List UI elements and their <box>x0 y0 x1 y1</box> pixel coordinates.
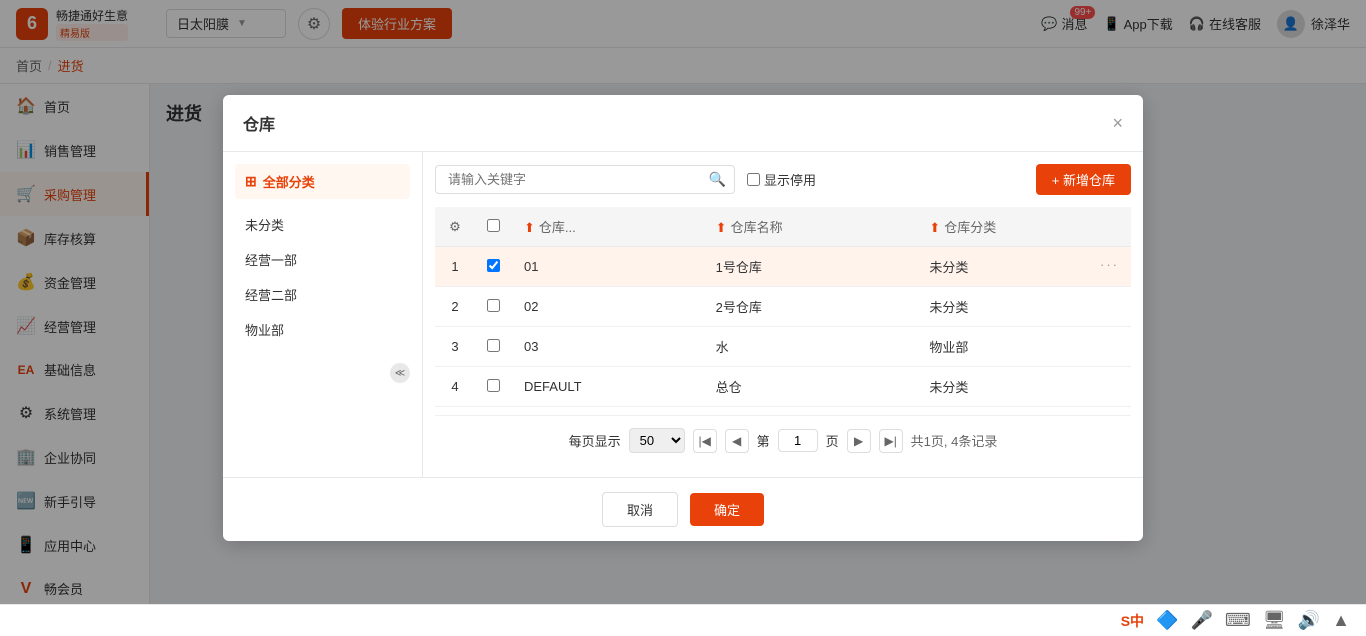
category-all[interactable]: ⊞ 全部分类 <box>235 164 410 199</box>
monitor-icon[interactable]: 🖥 <box>1263 610 1286 631</box>
th-settings: ⚙ <box>435 207 475 247</box>
table-row[interactable]: 4 DEFAULT 总仓 未分类 <box>435 367 1131 407</box>
table-body: 1 01 1号仓库 未分类··· 2 02 2号仓库 未分类 3 03 水 物业… <box>435 247 1131 407</box>
row-checkbox-cell <box>475 327 512 367</box>
row-category: 物业部 <box>917 327 1131 367</box>
row-more-dots[interactable]: ··· <box>1100 257 1119 272</box>
pagination: 每页显示 50 10 20 100 |◀ ◀ 第 页 ▶ ▶| 共1页, 4条记… <box>435 415 1131 465</box>
bottom-icon-1[interactable]: S中 <box>1121 611 1144 631</box>
bottom-icon-2[interactable]: 🔷 <box>1156 610 1178 631</box>
mic-icon[interactable]: 🎤 <box>1190 610 1212 631</box>
row-name: 1号仓库 <box>704 247 918 287</box>
search-input[interactable] <box>444 166 709 193</box>
th-category: ⬆仓库分类 <box>917 207 1131 247</box>
add-warehouse-button[interactable]: + 新增仓库 <box>1036 164 1131 195</box>
modal-close-button[interactable]: × <box>1112 113 1123 134</box>
modal-overlay: 仓库 × ⊞ 全部分类 未分类 经营一部 经营二部 物业部 ≪ <box>0 0 1366 636</box>
row-name: 总仓 <box>704 367 918 407</box>
table-row[interactable]: 3 03 水 物业部 <box>435 327 1131 367</box>
row-code: 01 <box>512 247 704 287</box>
th-code: ⬆仓库... <box>512 207 704 247</box>
table-wrapper: ⚙ ⬆仓库... ⬆仓库名称 <box>435 207 1131 407</box>
settings-icon: ⚙ <box>449 219 461 234</box>
row-code: 02 <box>512 287 704 327</box>
category-item-0[interactable]: 未分类 <box>235 207 410 242</box>
row-checkbox[interactable] <box>487 379 500 392</box>
th-checkbox <box>475 207 512 247</box>
warehouse-table: ⚙ ⬆仓库... ⬆仓库名称 <box>435 207 1131 407</box>
category-panel: ⊞ 全部分类 未分类 经营一部 经营二部 物业部 ≪ <box>223 152 423 477</box>
per-page-label: 每页显示 <box>569 431 621 450</box>
collapse-panel-button[interactable]: ≪ <box>390 363 410 383</box>
select-all-checkbox[interactable] <box>487 219 500 232</box>
row-category: 未分类 <box>917 287 1131 327</box>
row-checkbox[interactable] <box>487 299 500 312</box>
modal-title: 仓库 <box>243 111 275 135</box>
row-checkbox[interactable] <box>487 259 500 272</box>
cancel-button[interactable]: 取消 <box>602 492 678 527</box>
table-toolbar: 🔍 显示停用 + 新增仓库 <box>435 164 1131 195</box>
sort-icon-code: ⬆ <box>524 220 535 235</box>
last-page-button[interactable]: ▶| <box>879 429 903 453</box>
row-name: 2号仓库 <box>704 287 918 327</box>
show-disabled-text: 显示停用 <box>764 170 816 189</box>
table-row[interactable]: 1 01 1号仓库 未分类··· <box>435 247 1131 287</box>
category-item-2[interactable]: 经营二部 <box>235 277 410 312</box>
row-code: 03 <box>512 327 704 367</box>
row-checkbox[interactable] <box>487 339 500 352</box>
row-code: DEFAULT <box>512 367 704 407</box>
modal-header: 仓库 × <box>223 95 1143 152</box>
category-item-1[interactable]: 经营一部 <box>235 242 410 277</box>
row-checkbox-cell <box>475 247 512 287</box>
row-num: 4 <box>435 367 475 407</box>
prev-page-button[interactable]: ◀ <box>725 429 749 453</box>
modal-body: ⊞ 全部分类 未分类 经营一部 经营二部 物业部 ≪ 🔍 <box>223 152 1143 477</box>
category-item-3[interactable]: 物业部 <box>235 312 410 347</box>
confirm-button[interactable]: 确定 <box>690 493 764 526</box>
grid-icon: ⊞ <box>245 173 257 190</box>
table-row[interactable]: 2 02 2号仓库 未分类 <box>435 287 1131 327</box>
bottom-bar: S中 🔷 🎤 ⌨ 🖥 🔊 ▲ <box>0 604 1366 636</box>
th-name: ⬆仓库名称 <box>704 207 918 247</box>
warehouse-modal: 仓库 × ⊞ 全部分类 未分类 经营一部 经营二部 物业部 ≪ <box>223 95 1143 541</box>
page-label-section: 第 <box>757 431 770 450</box>
row-num: 1 <box>435 247 475 287</box>
page-label: 页 <box>826 431 839 450</box>
search-wrap: 🔍 <box>435 165 735 194</box>
table-header-row: ⚙ ⬆仓库... ⬆仓库名称 <box>435 207 1131 247</box>
sort-icon-name: ⬆ <box>716 220 727 235</box>
row-num: 2 <box>435 287 475 327</box>
keyboard-icon[interactable]: ⌨ <box>1225 610 1251 631</box>
sort-icon-category: ⬆ <box>929 220 940 235</box>
row-checkbox-cell <box>475 367 512 407</box>
table-head: ⚙ ⬆仓库... ⬆仓库名称 <box>435 207 1131 247</box>
show-disabled-checkbox[interactable] <box>747 173 760 186</box>
volume-icon[interactable]: 🔊 <box>1298 610 1320 631</box>
search-icon[interactable]: 🔍 <box>709 171 726 188</box>
page-number-input[interactable] <box>778 429 818 452</box>
page-size-select[interactable]: 50 10 20 100 <box>629 428 685 453</box>
row-num: 3 <box>435 327 475 367</box>
row-name: 水 <box>704 327 918 367</box>
row-checkbox-cell <box>475 287 512 327</box>
next-page-button[interactable]: ▶ <box>847 429 871 453</box>
category-all-label: 全部分类 <box>263 172 315 191</box>
page-total: 共1页, 4条记录 <box>911 431 998 450</box>
row-category: 未分类 <box>917 367 1131 407</box>
row-category: 未分类··· <box>917 247 1131 287</box>
modal-footer: 取消 确定 <box>223 477 1143 541</box>
table-panel: 🔍 显示停用 + 新增仓库 ⚙ <box>423 152 1143 477</box>
tray-icon[interactable]: ▲ <box>1332 610 1350 631</box>
first-page-button[interactable]: |◀ <box>693 429 717 453</box>
show-disabled-label: 显示停用 <box>747 170 816 189</box>
